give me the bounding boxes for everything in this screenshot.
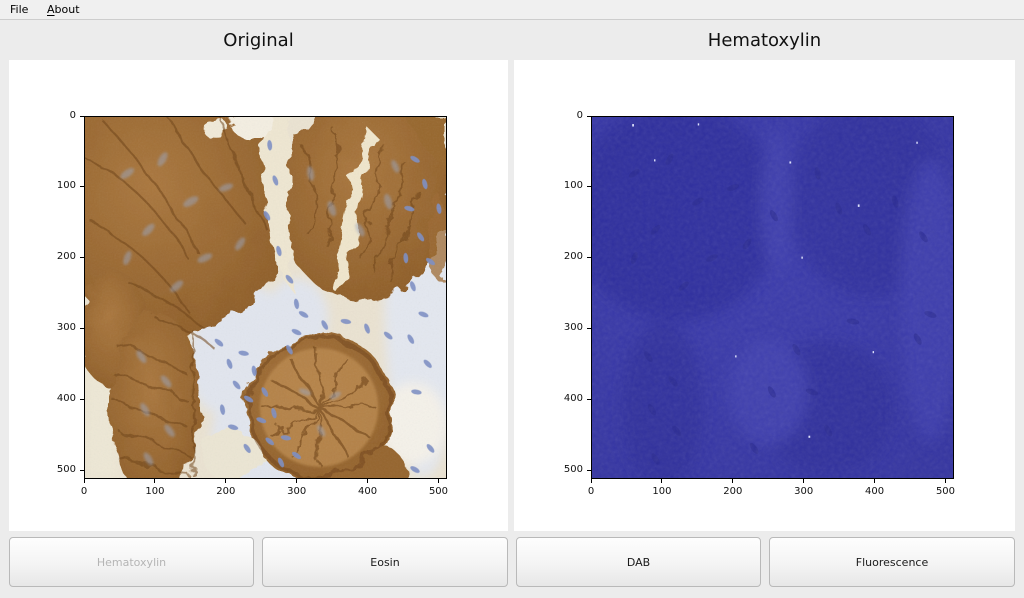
about-label-rest: bout (54, 3, 80, 16)
y-tick-mark (587, 186, 591, 188)
menu-file[interactable]: File (5, 0, 33, 19)
x-tick-label: 500 (935, 486, 956, 497)
y-tick-mark (80, 186, 84, 188)
hematoxylin-x-axis: 0 100 200 300 400 500 (588, 479, 955, 501)
y-tick-label: 200 (563, 251, 583, 263)
y-tick-label: 100 (563, 180, 583, 192)
x-tick-label: 100 (145, 486, 165, 497)
x-tick-label: 200 (216, 486, 236, 497)
x-tick-label: 0 (587, 486, 595, 497)
y-tick-mark (587, 115, 591, 117)
y-tick-label: 200 (56, 251, 76, 263)
x-tick-mark (83, 479, 85, 483)
y-tick-mark (80, 469, 84, 471)
y-tick-label: 400 (563, 393, 583, 405)
x-tick-label: 500 (428, 486, 449, 497)
x-tick-label: 100 (652, 486, 672, 497)
x-tick-mark (154, 479, 156, 483)
x-tick-mark (367, 479, 369, 483)
original-histology-image (85, 117, 446, 478)
original-y-axis: 0 100 200 300 400 500 (39, 110, 84, 479)
y-tick-label: 500 (563, 463, 583, 475)
hematoxylin-figure-canvas: 0 100 200 300 400 500 0 100 200 300 400 500 (514, 60, 1015, 531)
hematoxylin-button: Hematoxylin (9, 537, 254, 587)
x-tick-mark (590, 479, 592, 483)
x-tick-mark (437, 479, 439, 483)
y-tick-label: 300 (56, 322, 76, 334)
y-tick-mark (80, 257, 84, 259)
x-tick-label: 400 (358, 486, 378, 497)
x-tick-mark (661, 479, 663, 483)
eosin-button[interactable]: Eosin (262, 537, 508, 587)
original-plot-area (84, 116, 447, 479)
x-tick-mark (874, 479, 876, 483)
y-tick-mark (80, 399, 84, 401)
hematoxylin-channel-image (592, 117, 953, 478)
y-tick-label: 0 (576, 109, 583, 121)
about-mnemonic: A (47, 3, 55, 16)
y-tick-label: 500 (56, 463, 76, 475)
x-tick-label: 0 (80, 486, 88, 497)
menu-about[interactable]: About (42, 0, 85, 19)
stain-separation-app: File About Original Hematoxylin 0 100 20… (0, 0, 1024, 598)
x-tick-label: 200 (723, 486, 743, 497)
hematoxylin-panel-title: Hematoxylin (707, 30, 822, 51)
x-tick-mark (296, 479, 298, 483)
dab-button[interactable]: DAB (516, 537, 761, 587)
y-tick-mark (587, 257, 591, 259)
y-tick-mark (80, 115, 84, 117)
fluorescence-button[interactable]: Fluorescence (769, 537, 1015, 587)
original-figure-canvas: 0 100 200 300 400 500 0 100 200 300 400 500 (9, 60, 508, 531)
x-tick-label: 300 (794, 486, 814, 497)
y-tick-label: 300 (563, 322, 583, 334)
x-tick-mark (944, 479, 946, 483)
hematoxylin-plot-area (591, 116, 954, 479)
x-tick-label: 400 (865, 486, 885, 497)
original-panel-title: Original (223, 30, 294, 51)
x-tick-mark (732, 479, 734, 483)
y-tick-label: 100 (56, 180, 76, 192)
y-tick-mark (587, 328, 591, 330)
x-tick-mark (803, 479, 805, 483)
hematoxylin-y-axis: 0 100 200 300 400 500 (546, 110, 591, 479)
x-tick-mark (225, 479, 227, 483)
original-x-axis: 0 100 200 300 400 500 (81, 479, 448, 501)
menu-bar: File About (0, 0, 1024, 20)
y-tick-label: 400 (56, 393, 76, 405)
y-tick-mark (587, 399, 591, 401)
menu-file-label: File (10, 3, 29, 16)
x-tick-label: 300 (287, 486, 307, 497)
y-tick-mark (80, 328, 84, 330)
y-tick-mark (587, 469, 591, 471)
y-tick-label: 0 (69, 109, 76, 121)
